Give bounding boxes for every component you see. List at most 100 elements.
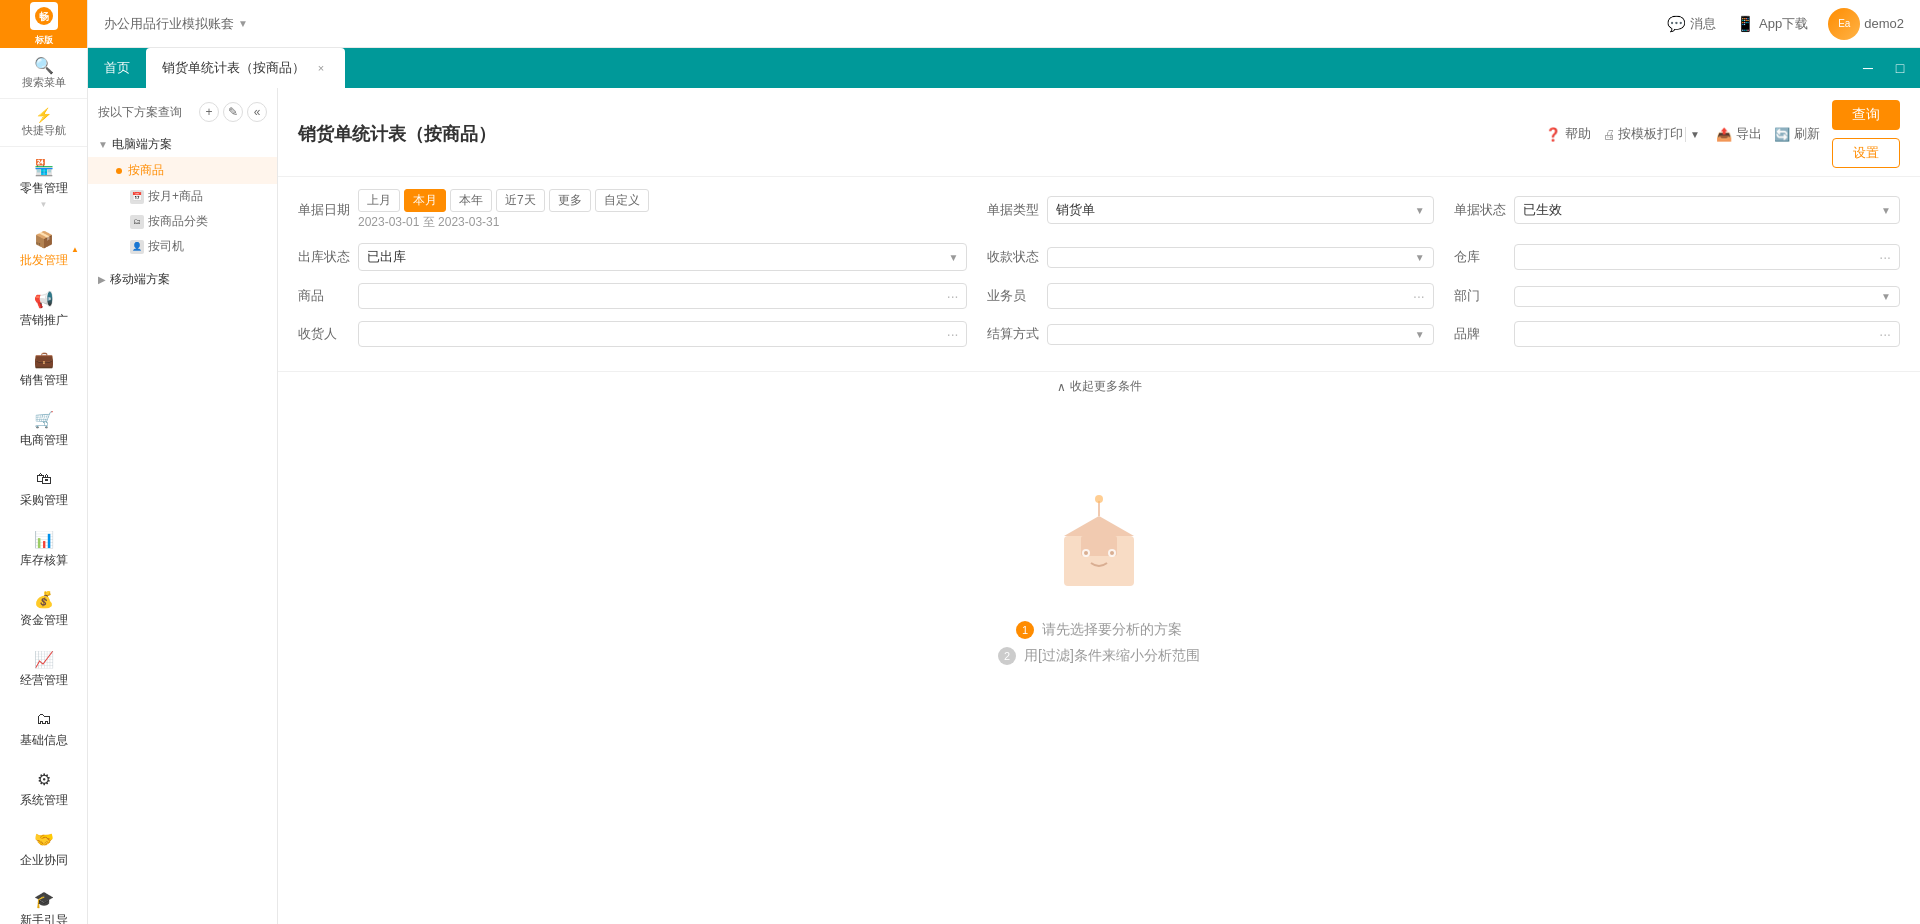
filter-row-2: 出库状态 已出库 ▼ 收款状态	[298, 243, 1900, 271]
scheme-collapse-btn[interactable]: «	[247, 102, 267, 122]
sidebar-item-newbie[interactable]: 🎓 新手引导	[0, 879, 87, 924]
active-dot-icon	[116, 168, 122, 174]
print-dropdown-arrow-icon[interactable]: ▼	[1685, 127, 1704, 142]
sidebar-item-enterprise[interactable]: 🤝 企业协同	[0, 819, 87, 879]
payment-control: ▼	[1047, 324, 1433, 345]
scheme-title: 按以下方案查询	[98, 104, 182, 121]
brand-label: 品牌	[1454, 325, 1514, 343]
sidebar-item-operations[interactable]: 📈 经营管理	[0, 639, 87, 699]
workspace-dropdown-icon: ▼	[238, 18, 248, 29]
empty-illustration	[1039, 481, 1159, 601]
receipt-status-arrow-icon: ▼	[1415, 252, 1425, 263]
filter-date-item: 单据日期 上月 本月 本年 近7天 更多 自定义 2023-03-01 至 20…	[298, 189, 967, 231]
filter-section: 单据日期 上月 本月 本年 近7天 更多 自定义 2023-03-01 至 20…	[278, 177, 1920, 371]
product-control: ···	[358, 283, 967, 309]
scheme-item-by-category[interactable]: 🗂 按商品分类	[88, 209, 277, 234]
sidebar-item-system[interactable]: ⚙ 系统管理	[0, 759, 87, 819]
tab-close-btn[interactable]: ×	[313, 60, 329, 76]
maximize-btn[interactable]: □	[1888, 56, 1912, 80]
filter-payment-item: 结算方式 ▼	[987, 324, 1433, 345]
scheme-group-mobile-header[interactable]: ▶ 移动端方案	[88, 267, 277, 292]
brand-dots-icon[interactable]: ···	[1879, 326, 1891, 342]
filter-row-4: 收货人 ··· 结算方式	[298, 321, 1900, 347]
person-icon: 👤	[130, 240, 144, 254]
app-download-btn[interactable]: 📱 App下载	[1736, 15, 1808, 33]
filter-warehouse-item: 仓库 ···	[1454, 244, 1900, 270]
marketing-icon: 📢	[34, 289, 54, 309]
scheme-header-actions: + ✎ «	[199, 102, 267, 122]
product-dots-icon[interactable]: ···	[947, 288, 959, 304]
payment-arrow-icon: ▼	[1415, 329, 1425, 340]
staff-dots-icon[interactable]: ···	[1413, 288, 1425, 304]
settings-button[interactable]: 设置	[1832, 138, 1900, 168]
logo-icon: 畅	[30, 2, 58, 30]
export-btn[interactable]: 📤 导出	[1716, 125, 1762, 143]
print-btn[interactable]: 🖨 按模板打印 ▼	[1603, 125, 1704, 143]
scheme-add-btn[interactable]: +	[199, 102, 219, 122]
sidebar-search[interactable]: 🔍 搜索菜单	[0, 48, 87, 99]
filter-department-item: 部门 ▼	[1454, 286, 1900, 307]
doc-status-select[interactable]: 已生效 ▼	[1514, 196, 1900, 224]
tab-home[interactable]: 首页	[88, 48, 146, 88]
consignee-control: ···	[358, 321, 967, 347]
this-month-btn[interactable]: 本月	[404, 189, 446, 212]
category-icon: 🗂	[130, 215, 144, 229]
consignee-dots-icon[interactable]: ···	[947, 326, 959, 342]
filter-row-1: 单据日期 上月 本月 本年 近7天 更多 自定义 2023-03-01 至 20…	[298, 189, 1900, 231]
last-7-btn[interactable]: 近7天	[496, 189, 545, 212]
collapse-bar[interactable]: ∧ 收起更多条件	[278, 371, 1920, 401]
sidebar-item-retail[interactable]: 🏪 零售管理 ▼	[0, 147, 87, 219]
custom-btn[interactable]: 自定义	[595, 189, 649, 212]
sidebar-item-marketing[interactable]: 📢 营销推广	[0, 279, 87, 339]
tab-active[interactable]: 销货单统计表（按商品） ×	[146, 48, 345, 88]
scheme-item-by-month-product[interactable]: 📅 按月+商品	[88, 184, 277, 209]
more-btn[interactable]: 更多	[549, 189, 591, 212]
warehouse-dots-icon[interactable]: ···	[1879, 249, 1891, 265]
scheme-item-by-cashier[interactable]: 👤 按司机	[88, 234, 277, 259]
doc-type-select[interactable]: 销货单 ▼	[1047, 196, 1433, 224]
payment-select[interactable]: ▼	[1047, 324, 1433, 345]
help-btn[interactable]: ❓ 帮助	[1545, 125, 1591, 143]
workspace-selector[interactable]: 办公用品行业模拟账套 ▼	[104, 15, 248, 33]
filter-doc-type-item: 单据类型 销货单 ▼	[987, 196, 1433, 224]
scheme-group-desktop-header[interactable]: ▼ 电脑端方案	[88, 132, 277, 157]
app-logo: 畅 标版	[0, 0, 87, 48]
user-profile[interactable]: Ea demo2	[1828, 8, 1904, 40]
svg-text:畅: 畅	[39, 11, 49, 22]
sidebar-item-basic[interactable]: 🗂 基础信息	[0, 699, 87, 759]
retail-icon: 🏪	[34, 157, 54, 177]
main-area: 办公用品行业模拟账套 ▼ 💬 消息 📱 App下载 Ea demo2 首页	[88, 0, 1920, 924]
scheme-item-by-product[interactable]: 按商品	[88, 157, 277, 184]
last-month-btn[interactable]: 上月	[358, 189, 400, 212]
svg-point-10	[1095, 495, 1103, 503]
this-year-btn[interactable]: 本年	[450, 189, 492, 212]
scheme-edit-btn[interactable]: ✎	[223, 102, 243, 122]
sidebar-item-sales[interactable]: 💼 销售管理	[0, 339, 87, 399]
workspace-name: 办公用品行业模拟账套	[104, 15, 234, 33]
query-button[interactable]: 查询	[1832, 100, 1900, 130]
sidebar-item-ecommerce[interactable]: 🛒 电商管理	[0, 399, 87, 459]
doc-type-control: 销货单 ▼	[1047, 196, 1433, 224]
staff-control: ···	[1047, 283, 1433, 309]
department-select[interactable]: ▼	[1514, 286, 1900, 307]
minimize-btn[interactable]: ─	[1856, 56, 1880, 80]
sidebar-item-inventory[interactable]: 📊 库存核算	[0, 519, 87, 579]
date-range: 2023-03-01 至 2023-03-31	[358, 214, 967, 231]
header-right: 💬 消息 📱 App下载 Ea demo2	[1667, 8, 1904, 40]
sidebar-quick-nav[interactable]: ⚡ 快捷导航	[0, 99, 87, 147]
message-btn[interactable]: 💬 消息	[1667, 15, 1716, 33]
empty-state: 1 请先选择要分析的方案 2 用[过滤]条件来缩小分析范围	[278, 401, 1920, 753]
sidebar-item-purchase[interactable]: 🛍 采购管理	[0, 459, 87, 519]
out-status-select[interactable]: 已出库 ▼	[358, 243, 967, 271]
product-label: 商品	[298, 287, 358, 305]
ecommerce-icon: 🛒	[34, 409, 54, 429]
empty-hint-2: 2 用[过滤]条件来缩小分析范围	[998, 647, 1200, 665]
finance-icon: 💰	[34, 589, 54, 609]
empty-hint-1: 1 请先选择要分析的方案	[1016, 621, 1182, 639]
doc-type-value: 销货单	[1056, 201, 1410, 219]
out-status-arrow-icon: ▼	[949, 252, 959, 263]
sidebar-item-wholesale[interactable]: 📦 批发管理	[0, 219, 87, 279]
receipt-status-select[interactable]: ▼	[1047, 247, 1433, 268]
sidebar-item-finance[interactable]: 💰 资金管理	[0, 579, 87, 639]
refresh-btn[interactable]: 🔄 刷新	[1774, 125, 1820, 143]
